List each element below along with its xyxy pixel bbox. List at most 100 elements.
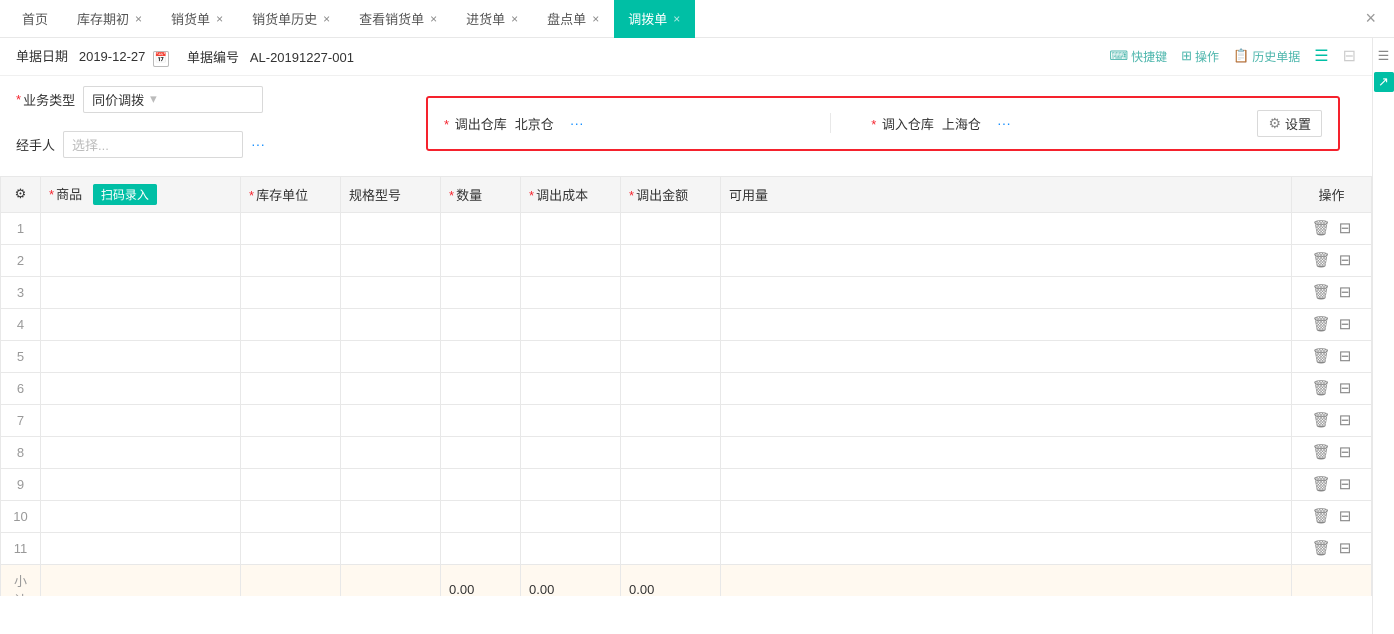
copy-icon[interactable]: ⊟ xyxy=(1339,411,1352,429)
delete-icon[interactable]: 🗑 xyxy=(1312,475,1331,493)
delete-icon[interactable]: 🗑 xyxy=(1312,283,1331,301)
qty-cell[interactable] xyxy=(441,436,521,468)
col-gear[interactable]: ⚙ xyxy=(1,176,41,212)
product-cell[interactable] xyxy=(41,308,241,340)
tab-view-sales[interactable]: 查看销货单 × xyxy=(345,0,452,38)
spec-cell[interactable] xyxy=(341,532,441,564)
delete-icon[interactable]: 🗑 xyxy=(1312,443,1331,461)
spec-cell[interactable] xyxy=(341,436,441,468)
unit-cell[interactable] xyxy=(241,244,341,276)
copy-icon[interactable]: ⊟ xyxy=(1339,379,1352,397)
history-btn[interactable]: 📋 历史单据 xyxy=(1233,48,1300,65)
product-cell[interactable] xyxy=(41,276,241,308)
calendar-icon[interactable]: 📅 xyxy=(153,51,169,67)
qty-cell[interactable] xyxy=(441,244,521,276)
delete-icon[interactable]: 🗑 xyxy=(1312,219,1331,237)
delete-icon[interactable]: 🗑 xyxy=(1312,347,1331,365)
copy-icon[interactable]: ⊟ xyxy=(1339,315,1352,333)
amount-cell[interactable] xyxy=(621,244,721,276)
product-cell[interactable] xyxy=(41,212,241,244)
amount-cell[interactable] xyxy=(621,436,721,468)
copy-icon[interactable]: ⊟ xyxy=(1339,283,1352,301)
tab-inventory-check[interactable]: 盘点单 × xyxy=(533,0,614,38)
unit-cell[interactable] xyxy=(241,340,341,372)
delete-icon[interactable]: 🗑 xyxy=(1312,379,1331,397)
delete-icon[interactable]: 🗑 xyxy=(1312,251,1331,269)
copy-icon[interactable]: ⊟ xyxy=(1339,443,1352,461)
delete-icon[interactable]: 🗑 xyxy=(1312,315,1331,333)
handler-select[interactable]: 选择... xyxy=(63,131,243,158)
qty-cell[interactable] xyxy=(441,308,521,340)
cost-cell[interactable] xyxy=(521,532,621,564)
copy-icon[interactable]: ⊟ xyxy=(1339,539,1352,557)
window-close-button[interactable]: × xyxy=(1355,8,1386,29)
copy-icon[interactable]: ⊟ xyxy=(1339,507,1352,525)
cost-cell[interactable] xyxy=(521,404,621,436)
delete-icon[interactable]: 🗑 xyxy=(1312,507,1331,525)
spec-cell[interactable] xyxy=(341,372,441,404)
delete-icon[interactable]: 🗑 xyxy=(1312,411,1331,429)
tab-close-inventory-check[interactable]: × xyxy=(592,12,599,26)
sidebar-list-icon[interactable]: ☰ xyxy=(1374,46,1394,66)
unit-cell[interactable] xyxy=(241,500,341,532)
product-cell[interactable] xyxy=(41,468,241,500)
qty-cell[interactable] xyxy=(441,500,521,532)
copy-icon[interactable]: ⊟ xyxy=(1339,251,1352,269)
tab-close-purchase-order[interactable]: × xyxy=(511,12,518,26)
amount-cell[interactable] xyxy=(621,372,721,404)
cost-cell[interactable] xyxy=(521,340,621,372)
unit-cell[interactable] xyxy=(241,372,341,404)
spec-cell[interactable] xyxy=(341,404,441,436)
unit-cell[interactable] xyxy=(241,276,341,308)
spec-cell[interactable] xyxy=(341,500,441,532)
tab-close-transfer-order[interactable]: × xyxy=(673,12,680,26)
product-cell[interactable] xyxy=(41,404,241,436)
list-view-btn[interactable]: ☰ xyxy=(1314,46,1328,66)
cost-cell[interactable] xyxy=(521,500,621,532)
transfer-in-more-btn[interactable]: ··· xyxy=(997,115,1011,131)
amount-cell[interactable] xyxy=(621,308,721,340)
unit-cell[interactable] xyxy=(241,468,341,500)
scan-btn[interactable]: 扫码录入 xyxy=(93,184,157,205)
amount-cell[interactable] xyxy=(621,468,721,500)
cost-cell[interactable] xyxy=(521,276,621,308)
tab-close-sales-history[interactable]: × xyxy=(323,12,330,26)
qty-cell[interactable] xyxy=(441,340,521,372)
tab-close-sales-order[interactable]: × xyxy=(216,12,223,26)
sidebar-export-icon[interactable]: ↗ xyxy=(1374,72,1394,92)
cost-cell[interactable] xyxy=(521,468,621,500)
tab-purchase-order[interactable]: 进货单 × xyxy=(452,0,533,38)
spec-cell[interactable] xyxy=(341,468,441,500)
product-cell[interactable] xyxy=(41,340,241,372)
tab-close-inventory-init[interactable]: × xyxy=(135,12,142,26)
product-cell[interactable] xyxy=(41,532,241,564)
table-container[interactable]: ⚙ *商品 扫码录入 *库存单位 规格型号 *数量 *调出成本 *调出金额 可用… xyxy=(0,176,1372,596)
copy-icon[interactable]: ⊟ xyxy=(1339,475,1352,493)
product-cell[interactable] xyxy=(41,500,241,532)
cost-cell[interactable] xyxy=(521,308,621,340)
product-cell[interactable] xyxy=(41,244,241,276)
qty-cell[interactable] xyxy=(441,468,521,500)
spec-cell[interactable] xyxy=(341,244,441,276)
spec-cell[interactable] xyxy=(341,340,441,372)
amount-cell[interactable] xyxy=(621,532,721,564)
tab-sales-order[interactable]: 销货单 × xyxy=(157,0,238,38)
qty-cell[interactable] xyxy=(441,276,521,308)
spec-cell[interactable] xyxy=(341,276,441,308)
amount-cell[interactable] xyxy=(621,276,721,308)
product-cell[interactable] xyxy=(41,436,241,468)
amount-cell[interactable] xyxy=(621,500,721,532)
copy-icon[interactable]: ⊟ xyxy=(1339,347,1352,365)
tab-inventory-init[interactable]: 库存期初 × xyxy=(63,0,157,38)
cost-cell[interactable] xyxy=(521,244,621,276)
unit-cell[interactable] xyxy=(241,308,341,340)
delete-icon[interactable]: 🗑 xyxy=(1312,539,1331,557)
cost-cell[interactable] xyxy=(521,212,621,244)
unit-cell[interactable] xyxy=(241,436,341,468)
copy-icon[interactable]: ⊟ xyxy=(1339,219,1352,237)
tab-transfer-order[interactable]: 调拨单 × xyxy=(614,0,695,38)
unit-cell[interactable] xyxy=(241,212,341,244)
qty-cell[interactable] xyxy=(441,404,521,436)
transfer-out-more-btn[interactable]: ··· xyxy=(570,115,584,131)
cost-cell[interactable] xyxy=(521,372,621,404)
